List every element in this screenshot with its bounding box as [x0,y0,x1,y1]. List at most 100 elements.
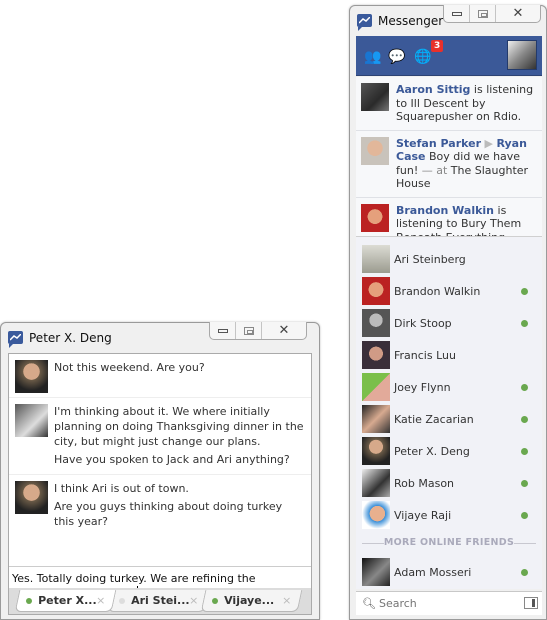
friend-item[interactable]: Peter X. Deng [356,435,542,467]
notifications-badge: 3 [431,40,444,52]
chat-tab[interactable]: Peter X... × [14,590,117,612]
chat-body: Not this weekend. Are you? I'm thinking … [8,353,312,615]
friend-name: Joey Flynn [394,380,451,394]
friend-name: Katie Zacarian [394,412,474,426]
online-status-icon [212,597,219,604]
tab-label: Ari Stei... [131,594,190,607]
online-status-icon [521,320,528,327]
online-status-icon [521,416,528,423]
window-controls: ✕ [443,5,541,23]
offline-status-icon [119,597,126,604]
avatar [362,405,390,433]
story-actor[interactable]: Stefan Parker [396,137,481,150]
minimize-button[interactable] [444,5,470,22]
avatar [362,373,390,401]
friend-item[interactable]: Ari Steinberg [356,243,542,275]
online-status-icon [26,597,33,604]
friend-item[interactable]: Joey Flynn [356,371,542,403]
ticker-story[interactable]: Brandon Walkin is listening to Bury Them… [356,197,542,236]
avatar [362,558,390,586]
online-status-icon [521,448,528,455]
close-icon: ✕ [512,6,524,21]
search-input[interactable] [378,597,519,610]
maximize-button[interactable] [470,5,496,22]
friend-item[interactable]: Adam Mosseri [356,556,542,588]
ticker-story[interactable]: Stefan Parker ▶ Ryan Case Boy did we hav… [356,130,542,198]
friend-name: Vijaye Raji [394,508,452,522]
friend-item[interactable]: Rob Mason [356,467,542,499]
close-tab-icon[interactable]: × [189,594,198,607]
minimize-button[interactable] [210,322,236,339]
avatar[interactable] [15,360,48,393]
message-list[interactable]: Not this weekend. Are you? I'm thinking … [9,354,311,566]
message-text: I'm thinking about it. We where initiall… [54,405,304,448]
friend-item[interactable]: Francis Luu [356,339,542,371]
friend-item[interactable]: Vijaye Raji [356,499,542,531]
online-status-icon [521,384,528,391]
message-group: I'm thinking about it. We where initiall… [9,398,311,475]
friend-item[interactable]: Dirk Stoop [356,307,542,339]
chat-tab[interactable]: Ari Stei... × [107,590,210,612]
close-button[interactable]: ✕ [262,322,306,339]
close-tab-icon[interactable]: × [282,594,291,607]
friend-name: Peter X. Deng [394,444,470,458]
avatar[interactable] [15,404,48,437]
message-text: I think Ari is out of town. [54,482,189,495]
search-bar: 🔍︎ [356,591,542,615]
maximize-icon [243,326,254,335]
maximize-button[interactable] [236,322,262,339]
avatar [362,437,390,465]
avatar [362,309,390,337]
close-icon: ✕ [278,323,290,338]
friend-name: Adam Mosseri [394,565,472,579]
chat-titlebar[interactable]: Peter X. Deng ✕ [1,322,319,353]
online-status-icon [521,288,528,295]
window-controls: ✕ [209,322,307,340]
story-place-prefix: — at [418,163,451,177]
ticker-story[interactable]: Aaron Sittig is listening to Ill Descent… [356,77,542,131]
avatar [362,469,390,497]
chat-title: Peter X. Deng [29,331,112,345]
close-button[interactable]: ✕ [496,5,540,22]
message-group: Not this weekend. Are you? [9,354,311,398]
messenger-app-icon [8,331,23,348]
friends-list[interactable]: Ari Steinberg Brandon Walkin Dirk Stoop … [356,237,542,589]
friend-name: Brandon Walkin [394,284,481,298]
more-online-friends-divider: MORE ONLINE FRIENDS [356,537,542,548]
messages-icon[interactable]: 💬 [388,49,405,65]
message-group: I think Ari is out of town. Are you guys … [9,475,311,536]
message-text: Have you spoken to Jack and Ari anything… [54,453,290,466]
close-tab-icon[interactable]: × [96,594,105,607]
message-text: Are you guys thinking about doing turkey… [54,500,283,528]
minimize-icon [217,328,228,333]
ticker-feed[interactable]: Aaron Sittig is listening to Ill Descent… [356,77,542,237]
story-actor[interactable]: Brandon Walkin [396,204,494,217]
avatar [362,245,390,273]
friend-item[interactable]: Brandon Walkin [356,275,542,307]
friends-icon[interactable]: 👥 [364,49,381,65]
jewel-bar: 👥 💬 🌐 3 [356,36,542,76]
window-title: Messenger [378,14,444,28]
globe-icon[interactable]: 🌐 [414,49,431,65]
story-actor[interactable]: Aaron Sittig [396,83,470,96]
arrow-right-icon: ▶ [484,136,493,150]
minimize-icon [451,11,462,16]
dock-sidebar-icon[interactable] [524,597,538,609]
friend-item[interactable]: Katie Zacarian [356,403,542,435]
chat-window: Peter X. Deng ✕ Not this weekend. Are yo… [0,322,320,620]
avatar [362,277,390,305]
messenger-window: Messenger ✕ 👥 💬 🌐 3 Aaron Sittig is list… [349,5,547,620]
maximize-icon [477,9,488,18]
avatar [362,501,390,529]
friend-name: Ari Steinberg [394,252,466,266]
avatar [361,136,389,165]
chat-tabs: Peter X... × Ari Stei... × Vijaye... × [9,588,311,614]
avatar[interactable] [15,481,48,514]
online-status-icon [521,480,528,487]
tab-label: Vijaye... [224,594,275,607]
my-avatar[interactable] [507,40,537,70]
chat-tab[interactable]: Vijaye... × [200,590,303,612]
messenger-titlebar[interactable]: Messenger ✕ [350,5,546,36]
avatar [361,83,389,111]
friend-name: Rob Mason [394,476,455,490]
